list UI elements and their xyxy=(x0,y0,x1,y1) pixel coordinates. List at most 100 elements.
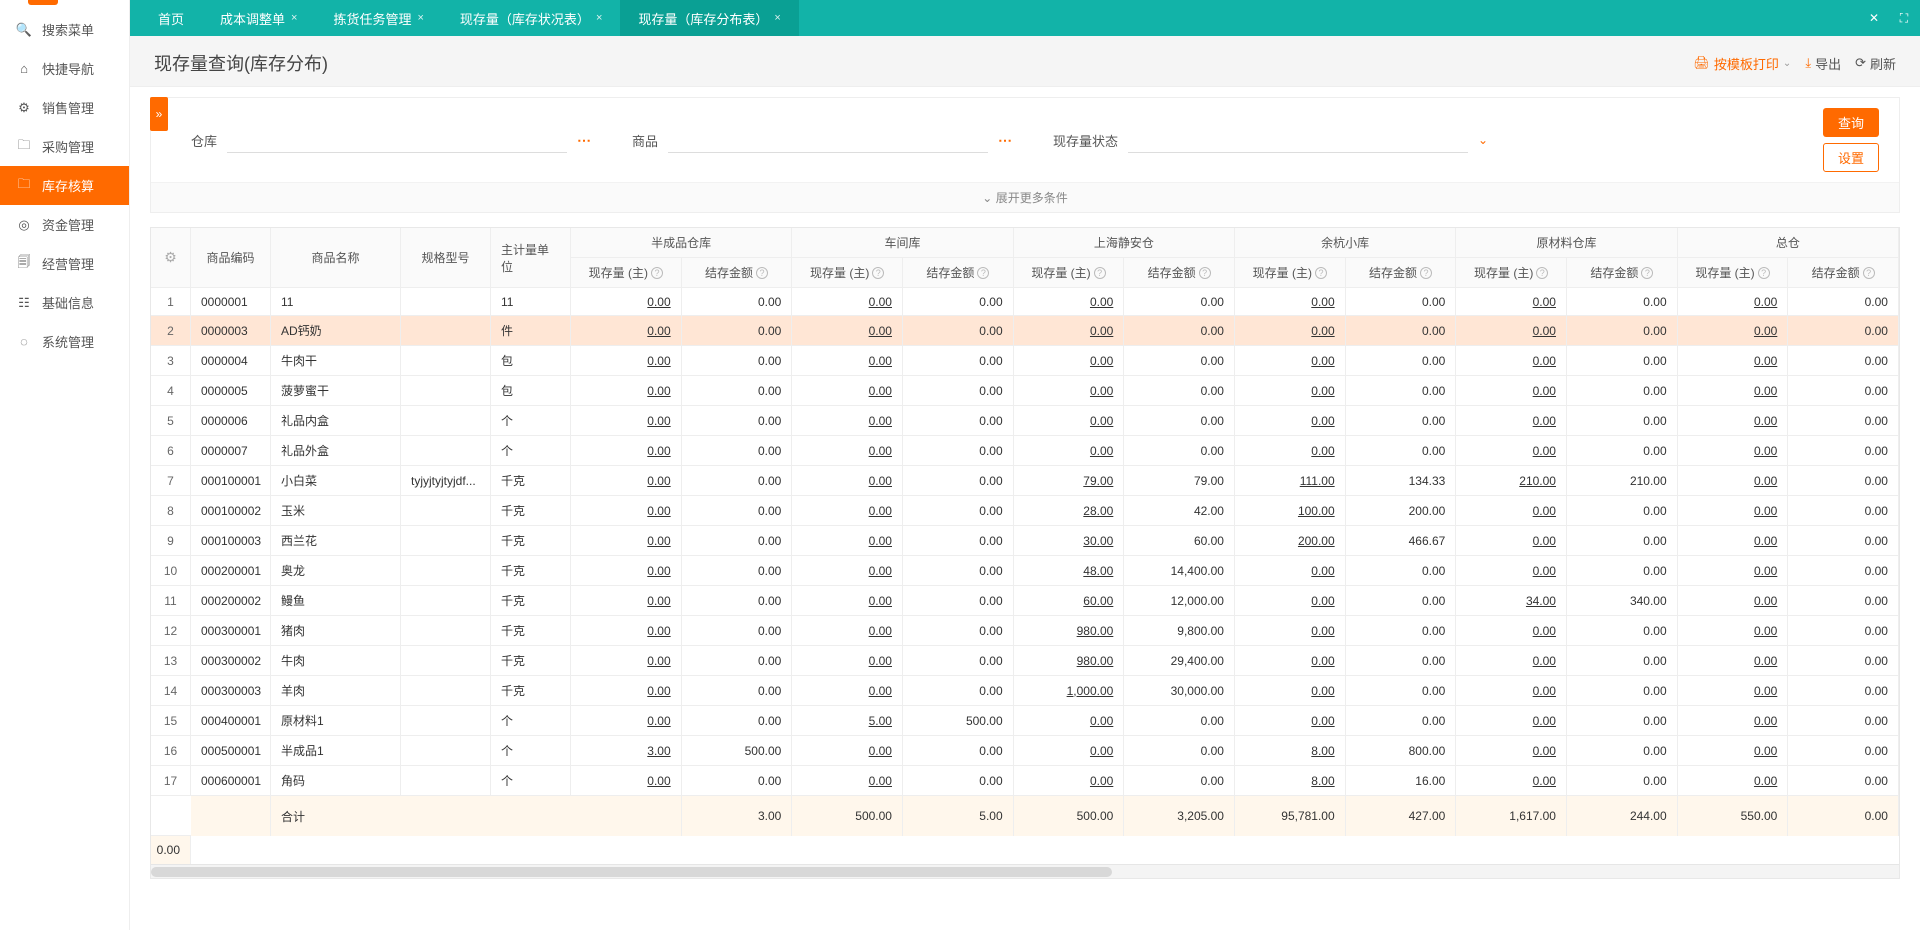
cell-val[interactable]: 0.00 xyxy=(1014,376,1125,406)
tab-4[interactable]: 现存量（库存分布表）× xyxy=(620,0,798,36)
cell-val[interactable]: 210.00 xyxy=(1456,466,1567,496)
cell-val[interactable]: 0.00 xyxy=(1456,646,1567,676)
cell-val[interactable]: 0.00 xyxy=(903,766,1014,796)
cell-val[interactable]: 8.00 xyxy=(1235,766,1346,796)
tab-close-icon[interactable]: × xyxy=(417,12,423,24)
sidebar-item-2[interactable]: ⚙销售管理 xyxy=(0,88,129,127)
info-icon[interactable]: ? xyxy=(651,267,663,279)
cell-val[interactable]: 60.00 xyxy=(1124,526,1235,556)
tab-close-all-icon[interactable]: ✕ xyxy=(1864,8,1884,28)
cell-val[interactable]: 0.00 xyxy=(903,556,1014,586)
cell-val[interactable]: 0.00 xyxy=(903,376,1014,406)
cell-val[interactable]: 0.00 xyxy=(682,466,793,496)
cell-val[interactable]: 0.00 xyxy=(903,526,1014,556)
sidebar-item-4[interactable]: 🗀库存核算 xyxy=(0,166,129,205)
cell-val[interactable]: 0.00 xyxy=(792,376,903,406)
cell-val[interactable]: 0.00 xyxy=(1235,346,1346,376)
info-icon[interactable]: ? xyxy=(1536,267,1548,279)
cell-val[interactable]: 0.00 xyxy=(1567,646,1678,676)
cell-val[interactable]: 0.00 xyxy=(792,586,903,616)
cell-val[interactable]: 0.00 xyxy=(903,736,1014,766)
filter-status-input[interactable] xyxy=(1128,127,1468,153)
cell-val[interactable]: 0.00 xyxy=(1346,646,1457,676)
cell-val[interactable]: 800.00 xyxy=(1346,736,1457,766)
cell-val[interactable]: 0.00 xyxy=(1678,406,1789,436)
cell-val[interactable]: 60.00 xyxy=(1014,586,1125,616)
cell-val[interactable]: 0.00 xyxy=(1678,706,1789,736)
tab-1[interactable]: 成本调整单× xyxy=(202,0,315,36)
cell-val[interactable]: 0.00 xyxy=(903,616,1014,646)
cell-val[interactable]: 0.00 xyxy=(1014,288,1125,316)
cell-val[interactable]: 1,000.00 xyxy=(1014,676,1125,706)
cell-val[interactable]: 0.00 xyxy=(1124,436,1235,466)
info-icon[interactable]: ? xyxy=(872,267,884,279)
cell-val[interactable]: 0.00 xyxy=(1235,646,1346,676)
cell-val[interactable]: 30,000.00 xyxy=(1124,676,1235,706)
cell-val[interactable]: 0.00 xyxy=(1456,706,1567,736)
filter-warehouse-picker-icon[interactable]: ⋯ xyxy=(577,132,592,149)
cell-val[interactable]: 0.00 xyxy=(1456,346,1567,376)
cell-val[interactable]: 0.00 xyxy=(903,288,1014,316)
cell-val[interactable]: 0.00 xyxy=(1678,436,1789,466)
filter-status-chevron-icon[interactable]: ⌄ xyxy=(1478,133,1488,147)
cell-val[interactable]: 0.00 xyxy=(571,406,682,436)
cell-val[interactable]: 0.00 xyxy=(682,346,793,376)
sidebar-item-5[interactable]: ◎资金管理 xyxy=(0,205,129,244)
cell-val[interactable]: 200.00 xyxy=(1346,496,1457,526)
cell-val[interactable]: 0.00 xyxy=(1678,526,1789,556)
cell-val[interactable]: 0.00 xyxy=(1456,766,1567,796)
cell-val[interactable]: 0.00 xyxy=(1567,316,1678,346)
cell-val[interactable]: 0.00 xyxy=(1235,406,1346,436)
cell-val[interactable]: 0.00 xyxy=(682,706,793,736)
cell-val[interactable]: 0.00 xyxy=(1456,316,1567,346)
cell-val[interactable]: 0.00 xyxy=(1346,436,1457,466)
cell-val[interactable]: 0.00 xyxy=(1788,526,1899,556)
cell-val[interactable]: 0.00 xyxy=(1788,466,1899,496)
cell-val[interactable]: 0.00 xyxy=(1567,406,1678,436)
cell-val[interactable]: 0.00 xyxy=(571,288,682,316)
cell-val[interactable]: 134.33 xyxy=(1346,466,1457,496)
cell-val[interactable]: 0.00 xyxy=(1788,646,1899,676)
cell-val[interactable]: 0.00 xyxy=(792,406,903,436)
cell-val[interactable]: 0.00 xyxy=(1014,706,1125,736)
cell-val[interactable]: 14,400.00 xyxy=(1124,556,1235,586)
cell-val[interactable]: 0.00 xyxy=(1346,316,1457,346)
cell-val[interactable]: 3.00 xyxy=(571,736,682,766)
cell-val[interactable]: 500.00 xyxy=(682,736,793,766)
cell-val[interactable]: 0.00 xyxy=(1788,736,1899,766)
col-gear[interactable]: ⚙ xyxy=(151,228,191,288)
cell-val[interactable]: 0.00 xyxy=(571,526,682,556)
cell-val[interactable]: 0.00 xyxy=(1678,316,1789,346)
cell-val[interactable]: 0.00 xyxy=(1235,556,1346,586)
cell-val[interactable]: 0.00 xyxy=(1678,496,1789,526)
cell-val[interactable]: 0.00 xyxy=(1567,436,1678,466)
refresh-button[interactable]: ⟳ 刷新 xyxy=(1855,54,1896,73)
cell-val[interactable]: 0.00 xyxy=(571,646,682,676)
cell-val[interactable]: 0.00 xyxy=(1678,346,1789,376)
cell-val[interactable]: 0.00 xyxy=(1456,676,1567,706)
cell-val[interactable]: 200.00 xyxy=(1235,526,1346,556)
cell-val[interactable]: 29,400.00 xyxy=(1124,646,1235,676)
cell-val[interactable]: 0.00 xyxy=(1456,556,1567,586)
cell-val[interactable]: 0.00 xyxy=(1124,346,1235,376)
cell-val[interactable]: 0.00 xyxy=(1788,496,1899,526)
sidebar-item-1[interactable]: ⌂快捷导航 xyxy=(0,49,129,88)
cell-val[interactable]: 0.00 xyxy=(1346,706,1457,736)
cell-val[interactable]: 0.00 xyxy=(903,466,1014,496)
cell-val[interactable]: 466.67 xyxy=(1346,526,1457,556)
tab-fullscreen-icon[interactable]: ⛶ xyxy=(1894,8,1914,28)
cell-val[interactable]: 0.00 xyxy=(682,616,793,646)
cell-val[interactable]: 0.00 xyxy=(682,316,793,346)
cell-val[interactable]: 0.00 xyxy=(682,586,793,616)
cell-val[interactable]: 0.00 xyxy=(1124,406,1235,436)
cell-val[interactable]: 0.00 xyxy=(1788,706,1899,736)
info-icon[interactable]: ? xyxy=(977,267,989,279)
cell-val[interactable]: 0.00 xyxy=(682,288,793,316)
cell-val[interactable]: 340.00 xyxy=(1567,586,1678,616)
cell-val[interactable]: 0.00 xyxy=(792,766,903,796)
cell-val[interactable]: 0.00 xyxy=(1678,616,1789,646)
cell-val[interactable]: 0.00 xyxy=(571,436,682,466)
cell-val[interactable]: 0.00 xyxy=(682,766,793,796)
cell-val[interactable]: 0.00 xyxy=(1456,436,1567,466)
filter-product-input[interactable] xyxy=(668,127,988,153)
